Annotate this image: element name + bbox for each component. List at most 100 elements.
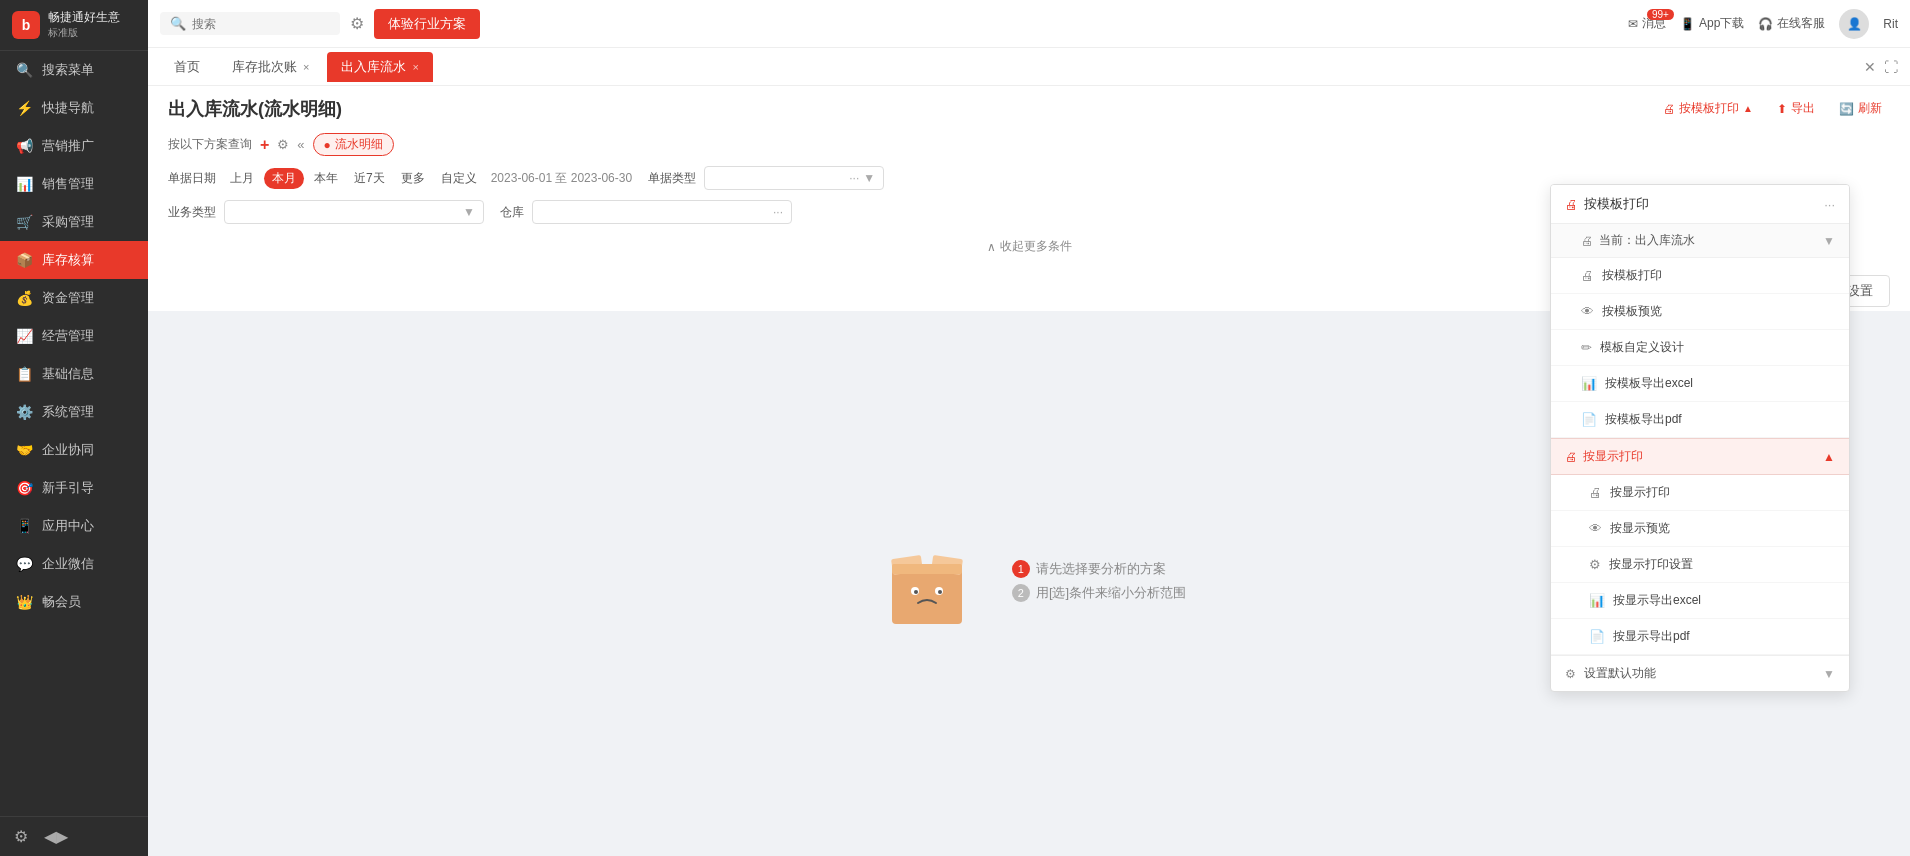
message-badge: 99+ bbox=[1647, 9, 1674, 20]
svg-point-7 bbox=[938, 590, 942, 594]
search-input[interactable] bbox=[192, 17, 312, 31]
sidebar-collapse-icon[interactable]: ◀▶ bbox=[44, 827, 68, 846]
collapse-label: 收起更多条件 bbox=[1000, 238, 1072, 255]
date-btn-this-month[interactable]: 本月 bbox=[264, 168, 304, 189]
maximize-window-icon[interactable]: ⛶ bbox=[1884, 59, 1898, 75]
filter-active-tag[interactable]: ● 流水明细 bbox=[313, 133, 394, 156]
sidebar-item-purchase[interactable]: 🛒 采购管理 bbox=[0, 203, 148, 241]
app-name: 畅捷通好生意 bbox=[48, 10, 120, 26]
date-btn-this-year[interactable]: 本年 bbox=[308, 168, 344, 189]
dropdown-template-pdf[interactable]: 📄 按模板导出pdf bbox=[1551, 402, 1849, 438]
tab-home[interactable]: 首页 bbox=[160, 52, 214, 82]
sidebar-item-label: 库存核算 bbox=[42, 251, 94, 269]
display-excel-label: 按显示导出excel bbox=[1613, 592, 1701, 609]
topbar-app-download[interactable]: 📱 App下载 bbox=[1680, 15, 1744, 32]
dropdown-template-preview[interactable]: 👁 按模板预览 bbox=[1551, 294, 1849, 330]
collapse-button[interactable]: ∧ 收起更多条件 bbox=[987, 238, 1072, 255]
sidebar-item-guide[interactable]: 🎯 新手引导 bbox=[0, 469, 148, 507]
export-button[interactable]: ⬆ 导出 bbox=[1769, 96, 1823, 121]
tab-flowdetail-close[interactable]: × bbox=[412, 61, 418, 73]
doctype-label: 单据类型 bbox=[648, 170, 696, 187]
sales-icon: 📊 bbox=[14, 176, 34, 192]
dropdown-display-preview[interactable]: 👁 按显示预览 bbox=[1551, 511, 1849, 547]
sidebar-item-marketing[interactable]: 📢 营销推广 bbox=[0, 127, 148, 165]
date-btn-more[interactable]: 更多 bbox=[395, 168, 431, 189]
hint-2-text: 用[选]条件来缩小分析范围 bbox=[1036, 584, 1186, 602]
topbar: 🔍 ⚙ 体验行业方案 ✉ 消息 99+ 📱 App下载 🎧 在线客服 👤 Rit bbox=[148, 0, 1910, 48]
tab-batchaccount[interactable]: 库存批次账 × bbox=[218, 52, 323, 82]
filter-setting-icon[interactable]: ⚙ bbox=[277, 137, 289, 152]
sidebar-item-wechat[interactable]: 💬 企业微信 bbox=[0, 545, 148, 583]
close-window-icon[interactable]: ✕ bbox=[1864, 59, 1876, 75]
dropdown-template-print[interactable]: 🖨 按模板打印 bbox=[1551, 258, 1849, 294]
sidebar-item-finance[interactable]: 💰 资金管理 bbox=[0, 279, 148, 317]
doctype-more-icon: ··· bbox=[849, 171, 859, 185]
filter-tag-icon: ● bbox=[324, 138, 331, 152]
sidebar-item-search[interactable]: 🔍 搜索菜单 bbox=[0, 51, 148, 89]
tab-flowdetail[interactable]: 出入库流水 × bbox=[327, 52, 432, 82]
sidebar-item-label: 销售管理 bbox=[42, 175, 94, 193]
sidebar-item-collab[interactable]: 🤝 企业协同 bbox=[0, 431, 148, 469]
sidebar-item-member[interactable]: 👑 畅会员 bbox=[0, 583, 148, 621]
dropdown-panel: 🖨 按模板打印 ··· 🖨 当前：出入库流水 ▼ 🖨 按模板打印 👁 按模板预览 bbox=[1550, 184, 1850, 692]
sidebar: b 畅捷通好生意 标准版 🔍 搜索菜单 ⚡ 快捷导航 📢 营销推广 📊 销售管理… bbox=[0, 0, 148, 856]
print-template-button[interactable]: 🖨 按模板打印 ▲ bbox=[1655, 96, 1761, 121]
filter-collapse-icon[interactable]: « bbox=[297, 137, 304, 152]
topbar-message[interactable]: ✉ 消息 99+ bbox=[1628, 15, 1666, 32]
dropdown-display-excel[interactable]: 📊 按显示导出excel bbox=[1551, 583, 1849, 619]
trial-button[interactable]: 体验行业方案 bbox=[374, 9, 480, 39]
date-btn-custom[interactable]: 自定义 bbox=[435, 168, 483, 189]
dropdown-template-custom[interactable]: ✏ 模板自定义设计 bbox=[1551, 330, 1849, 366]
sidebar-item-label: 营销推广 bbox=[42, 137, 94, 155]
date-btn-last7[interactable]: 近7天 bbox=[348, 168, 391, 189]
empty-illustration bbox=[872, 529, 982, 639]
dropdown-expand-icon[interactable]: ··· bbox=[1824, 197, 1835, 212]
content: 出入库流水(流水明细) 🖨 按模板打印 ▲ ⬆ 导出 🔄 刷新 bbox=[148, 86, 1910, 856]
dropdown-template-excel[interactable]: 📊 按模板导出excel bbox=[1551, 366, 1849, 402]
sidebar-item-label: 畅会员 bbox=[42, 593, 81, 611]
user-avatar[interactable]: 👤 bbox=[1839, 9, 1869, 39]
filter-warehouse-field: 仓库 ··· bbox=[500, 200, 792, 224]
sidebar-settings-icon[interactable]: ⚙ bbox=[14, 827, 28, 846]
sidebar-item-system[interactable]: ⚙️ 系统管理 bbox=[0, 393, 148, 431]
dropdown-footer-default[interactable]: ⚙ 设置默认功能 ▼ bbox=[1551, 655, 1849, 691]
system-icon: ⚙️ bbox=[14, 404, 34, 420]
hint-2-number: 2 bbox=[1012, 584, 1030, 602]
date-range-display: 2023-06-01 至 2023-06-30 bbox=[491, 170, 632, 187]
main: 🔍 ⚙ 体验行业方案 ✉ 消息 99+ 📱 App下载 🎧 在线客服 👤 Rit bbox=[148, 0, 1910, 856]
dropdown-display-print[interactable]: 🖨 按显示打印 bbox=[1551, 475, 1849, 511]
dropdown-section-display[interactable]: 🖨 按显示打印 ▲ bbox=[1551, 438, 1849, 475]
template-preview-label: 按模板预览 bbox=[1602, 303, 1662, 320]
dropdown-display-print-settings[interactable]: ⚙ 按显示打印设置 bbox=[1551, 547, 1849, 583]
quicknav-icon: ⚡ bbox=[14, 100, 34, 116]
sidebar-item-inventory[interactable]: 📦 库存核算 bbox=[0, 241, 148, 279]
topbar-search-box[interactable]: 🔍 bbox=[160, 12, 340, 35]
warehouse-select[interactable]: ··· bbox=[532, 200, 792, 224]
topbar-right: ✉ 消息 99+ 📱 App下载 🎧 在线客服 👤 Rit bbox=[1628, 9, 1898, 39]
biztype-label: 业务类型 bbox=[168, 204, 216, 221]
doctype-select[interactable]: ··· ▼ bbox=[704, 166, 884, 190]
wechat-icon: 💬 bbox=[14, 556, 34, 572]
dropdown-display-pdf[interactable]: 📄 按显示导出pdf bbox=[1551, 619, 1849, 655]
display-print-label: 按显示打印 bbox=[1610, 484, 1670, 501]
date-btn-last-month[interactable]: 上月 bbox=[224, 168, 260, 189]
sidebar-item-quicknav[interactable]: ⚡ 快捷导航 bbox=[0, 89, 148, 127]
default-func-icon: ⚙ bbox=[1565, 667, 1576, 681]
biztype-select[interactable]: ▼ bbox=[224, 200, 484, 224]
topbar-online-service[interactable]: 🎧 在线客服 bbox=[1758, 15, 1825, 32]
tab-batchaccount-close[interactable]: × bbox=[303, 61, 309, 73]
display-preview-icon: 👁 bbox=[1589, 521, 1602, 536]
template-excel-label: 按模板导出excel bbox=[1605, 375, 1693, 392]
sidebar-item-basic[interactable]: 📋 基础信息 bbox=[0, 355, 148, 393]
refresh-button[interactable]: 🔄 刷新 bbox=[1831, 96, 1890, 121]
dropdown-current[interactable]: 🖨 当前：出入库流水 ▼ bbox=[1551, 224, 1849, 258]
dropdown-current-label: 当前：出入库流水 bbox=[1599, 232, 1695, 249]
display-settings-label: 按显示打印设置 bbox=[1609, 556, 1693, 573]
empty-hint-1: 1 请先选择要分析的方案 bbox=[1012, 560, 1186, 578]
sidebar-item-sales[interactable]: 📊 销售管理 bbox=[0, 165, 148, 203]
topbar-gear-icon[interactable]: ⚙ bbox=[350, 14, 364, 33]
sidebar-item-apps[interactable]: 📱 应用中心 bbox=[0, 507, 148, 545]
filter-add-button[interactable]: + bbox=[260, 136, 269, 154]
sidebar-item-operations[interactable]: 📈 经营管理 bbox=[0, 317, 148, 355]
print-template-label: 按模板打印 bbox=[1679, 100, 1739, 117]
